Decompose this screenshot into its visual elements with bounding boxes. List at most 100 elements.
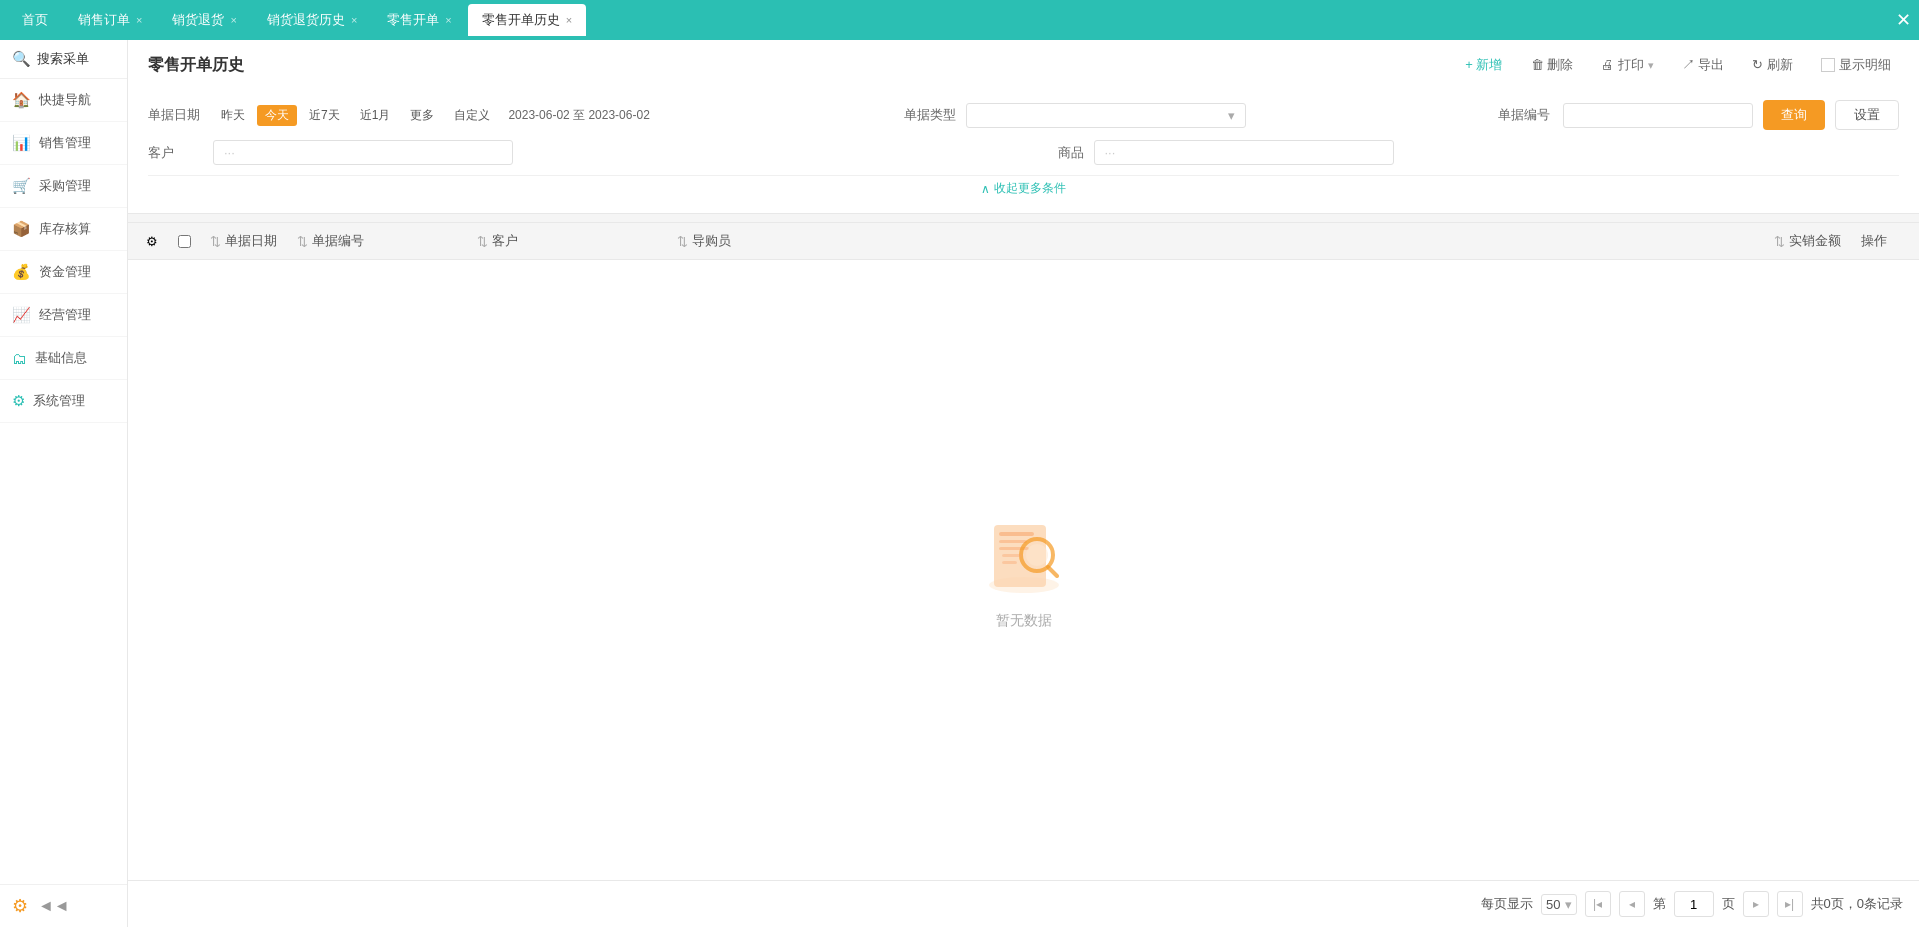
close-icon[interactable]: × xyxy=(136,14,142,26)
sidebar-item-finance[interactable]: 💰 资金管理 xyxy=(0,251,127,294)
system-icon: ⚙ xyxy=(12,392,25,410)
page-header-top: 零售开单历史 + 新增 🗑 删除 🖨 打印 ▾ ↗ 导出 xyxy=(148,52,1899,78)
empty-text: 暂无数据 xyxy=(996,612,1052,630)
refresh-button[interactable]: ↻ 刷新 xyxy=(1744,52,1801,78)
nav-label: 快捷导航 xyxy=(39,91,91,109)
sidebar-bottom: ⚙ ◄◄ xyxy=(0,884,127,927)
query-button[interactable]: 查询 xyxy=(1763,100,1825,130)
close-icon[interactable]: × xyxy=(566,14,572,26)
display-checkbox[interactable] xyxy=(1821,58,1835,72)
page-number-input[interactable] xyxy=(1674,891,1714,917)
display-detail-button[interactable]: 显示明细 xyxy=(1813,52,1899,78)
date-today[interactable]: 今天 xyxy=(257,105,297,126)
page-first-button[interactable]: |◂ xyxy=(1585,891,1611,917)
sidebar-item-inventory[interactable]: 📦 库存核算 xyxy=(0,208,127,251)
per-page-dropdown-icon: ▾ xyxy=(1565,897,1572,912)
col-amount: ⇅ 实销金额 xyxy=(1764,232,1851,250)
bill-no-label: 单据编号 xyxy=(1498,106,1553,124)
sort-icon[interactable]: ⇅ xyxy=(677,234,688,249)
sort-icon[interactable]: ⇅ xyxy=(1774,234,1785,249)
per-page-select[interactable]: 50 ▾ xyxy=(1541,894,1576,915)
customer-label: 客户 xyxy=(148,144,203,162)
date-options: 昨天 今天 近7天 近1月 更多 自定义 xyxy=(213,105,498,126)
date-custom[interactable]: 自定义 xyxy=(446,105,498,126)
export-label: ↗ 导出 xyxy=(1682,56,1725,74)
delete-button[interactable]: 🗑 删除 xyxy=(1523,52,1582,78)
page-last-button[interactable]: ▸| xyxy=(1777,891,1803,917)
date-1month[interactable]: 近1月 xyxy=(352,105,399,126)
pagination-bar: 每页显示 50 ▾ |◂ ◂ 第 页 ▸ ▸| 共0页，0条记录 xyxy=(128,880,1919,927)
goods-input[interactable]: ··· xyxy=(1094,140,1394,165)
per-page-label: 每页显示 xyxy=(1481,895,1533,913)
add-button[interactable]: + 新增 xyxy=(1457,52,1510,78)
date-7days[interactable]: 近7天 xyxy=(301,105,348,126)
search-icon: 🔍 xyxy=(12,50,31,68)
checkbox-all[interactable] xyxy=(178,235,191,248)
tab-sales-order[interactable]: 销售订单 × xyxy=(64,4,156,36)
empty-state: 暂无数据 xyxy=(974,510,1074,630)
col-customer-label: 客户 xyxy=(492,232,518,250)
svg-rect-3 xyxy=(999,540,1027,543)
col-amount-label: 实销金额 xyxy=(1789,232,1841,250)
close-icon[interactable]: × xyxy=(230,14,236,26)
svg-line-7 xyxy=(1048,567,1057,576)
window-close-icon[interactable]: ✕ xyxy=(1896,9,1911,31)
sidebar-item-sales[interactable]: 📊 销售管理 xyxy=(0,122,127,165)
svg-rect-9 xyxy=(1002,561,1017,564)
print-button[interactable]: 🖨 打印 ▾ xyxy=(1593,52,1662,78)
bill-type-label: 单据类型 xyxy=(901,106,956,124)
operation-icon: 📈 xyxy=(12,306,31,324)
sidebar-search[interactable]: 🔍 搜索采单 xyxy=(0,40,127,79)
col-action: 操作 xyxy=(1851,232,1911,250)
tab-retail-bill[interactable]: 零售开单 × xyxy=(373,4,465,36)
tab-sales-return[interactable]: 销货退货 × xyxy=(158,4,250,36)
bill-type-select[interactable]: ▾ xyxy=(966,103,1246,128)
col-action-label: 操作 xyxy=(1861,232,1887,250)
close-icon[interactable]: × xyxy=(445,14,451,26)
base-info-icon: 🗂 xyxy=(12,350,27,367)
sidebar-item-purchase[interactable]: 🛒 采购管理 xyxy=(0,165,127,208)
date-yesterday[interactable]: 昨天 xyxy=(213,105,253,126)
page-prev-button[interactable]: ◂ xyxy=(1619,891,1645,917)
goods-label: 商品 xyxy=(1029,144,1084,162)
sort-icon[interactable]: ⇅ xyxy=(477,234,488,249)
date-more[interactable]: 更多 xyxy=(402,105,442,126)
sidebar-item-quicknav[interactable]: 🏠 快捷导航 xyxy=(0,79,127,122)
sort-icon[interactable]: ⇅ xyxy=(297,234,308,249)
tab-retail-bill-history[interactable]: 零售开单历史 × xyxy=(468,4,586,36)
settings-gear-icon[interactable]: ⚙ xyxy=(12,895,28,917)
sort-icon[interactable]: ⇅ xyxy=(210,234,221,249)
customer-input[interactable]: ··· xyxy=(213,140,513,165)
display-label: 显示明细 xyxy=(1839,56,1891,74)
filter-row-date: 单据日期 昨天 今天 近7天 近1月 更多 自定义 2023-06-02 至 2… xyxy=(148,100,1899,130)
page-label: 第 xyxy=(1653,895,1666,913)
table-settings-icon[interactable]: ⚙ xyxy=(136,234,168,249)
bill-no-input[interactable] xyxy=(1563,103,1753,128)
collapse-label: 收起更多条件 xyxy=(994,180,1066,197)
print-dropdown-icon[interactable]: ▾ xyxy=(1648,59,1654,72)
collapse-button[interactable]: ∧ 收起更多条件 xyxy=(981,180,1066,197)
sidebar-nav: 🏠 快捷导航 📊 销售管理 🛒 采购管理 📦 库存核算 💰 资金管理 📈 xyxy=(0,79,127,884)
tab-sales-return-history[interactable]: 销货退货历史 × xyxy=(253,4,371,36)
tab-homepage[interactable]: 首页 xyxy=(8,4,62,36)
sidebar-item-system[interactable]: ⚙ 系统管理 xyxy=(0,380,127,423)
svg-rect-8 xyxy=(1002,554,1022,557)
sidebar-item-base-info[interactable]: 🗂 基础信息 xyxy=(0,337,127,380)
sidebar-item-operation[interactable]: 📈 经营管理 xyxy=(0,294,127,337)
home-icon: 🏠 xyxy=(12,91,31,109)
col-no: ⇅ 单据编号 xyxy=(287,232,467,250)
sidebar: 🔍 搜索采单 🏠 快捷导航 📊 销售管理 🛒 采购管理 📦 库存核算 💰 xyxy=(0,40,128,927)
filter-area: 单据日期 昨天 今天 近7天 近1月 更多 自定义 2023-06-02 至 2… xyxy=(148,90,1899,213)
sidebar-search-label: 搜索采单 xyxy=(37,50,89,68)
page-header: 零售开单历史 + 新增 🗑 删除 🖨 打印 ▾ ↗ 导出 xyxy=(128,40,1919,214)
setting-button[interactable]: 设置 xyxy=(1835,100,1899,130)
export-button[interactable]: ↗ 导出 xyxy=(1674,52,1733,78)
page-next-button[interactable]: ▸ xyxy=(1743,891,1769,917)
collapse-bar: ∧ 收起更多条件 xyxy=(148,175,1899,203)
collapse-sidebar-icon[interactable]: ◄◄ xyxy=(38,897,70,915)
col-no-label: 单据编号 xyxy=(312,232,364,250)
table-select-all-checkbox[interactable] xyxy=(168,235,200,248)
close-icon[interactable]: × xyxy=(351,14,357,26)
table-body: 暂无数据 xyxy=(128,260,1919,880)
sales-icon: 📊 xyxy=(12,134,31,152)
